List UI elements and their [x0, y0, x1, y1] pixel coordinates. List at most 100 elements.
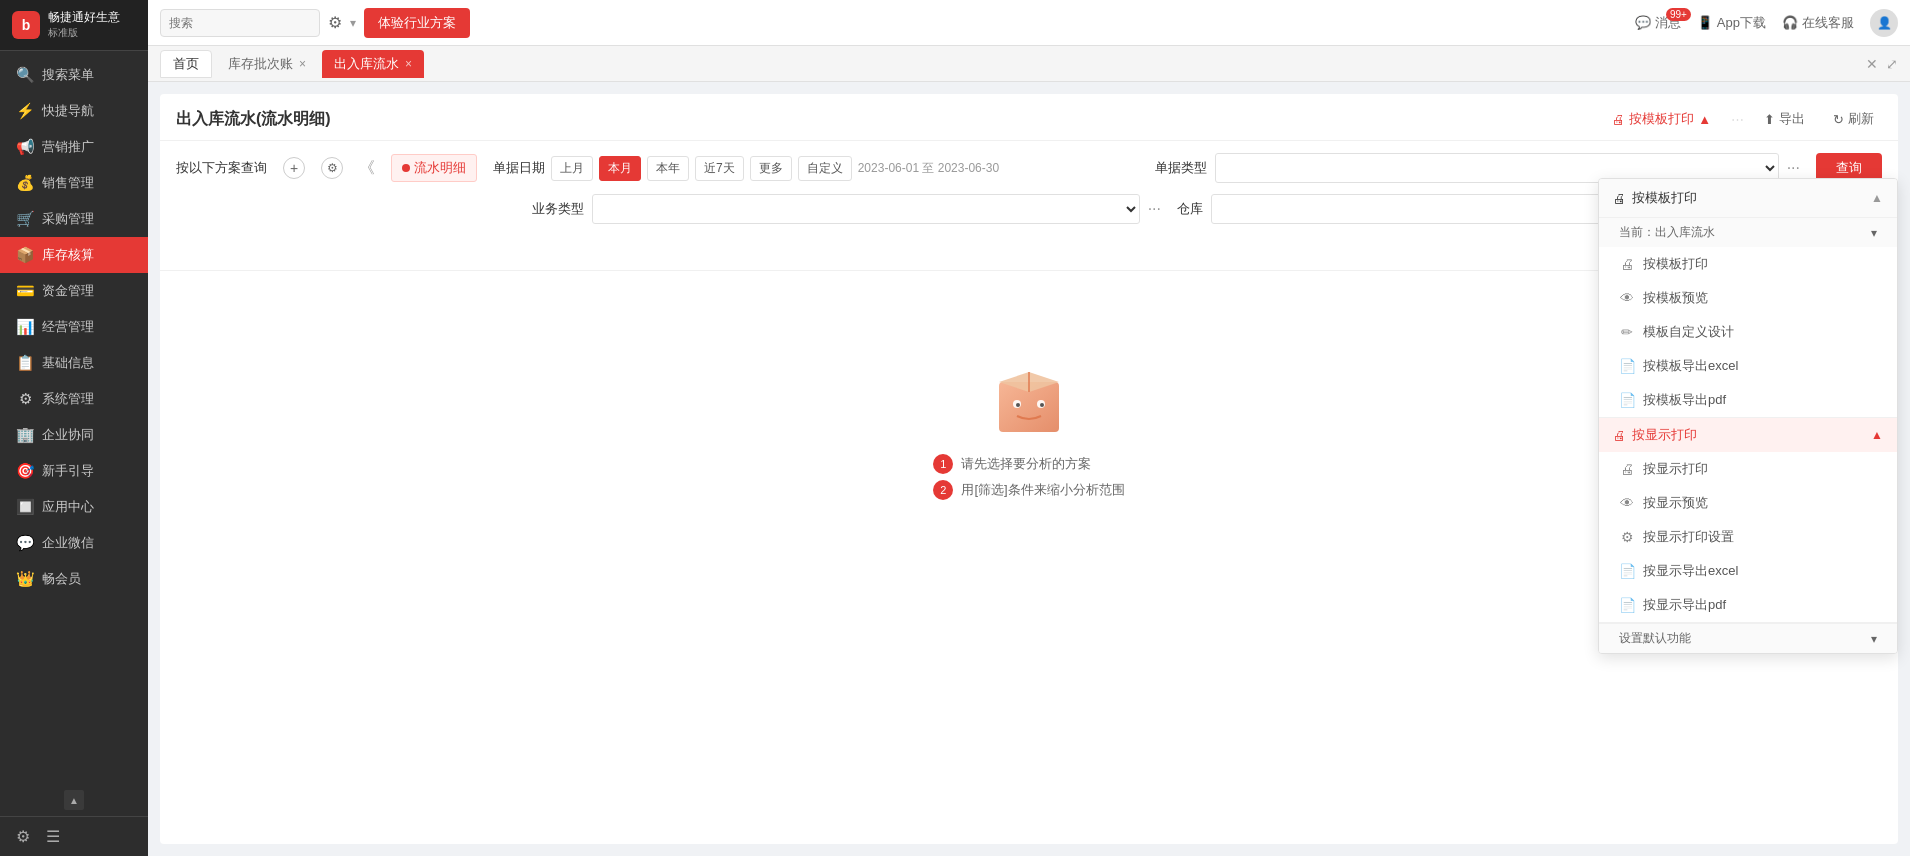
search-input[interactable]	[160, 9, 320, 37]
window-expand-btn[interactable]: ⤢	[1886, 56, 1898, 72]
refresh-label: 刷新	[1848, 110, 1874, 128]
footer-settings-icon[interactable]: ⚙	[16, 827, 30, 846]
preview-template-item[interactable]: 👁 按模板预览	[1599, 281, 1897, 315]
window-close-btn[interactable]: ✕	[1866, 56, 1878, 72]
date-btn-this-year[interactable]: 本年	[647, 156, 689, 181]
display-section-chevron[interactable]: ▲	[1871, 428, 1883, 442]
step-2-text: 用[筛选]条件来缩小分析范围	[961, 481, 1124, 499]
doc-type-label: 单据类型	[1155, 159, 1207, 177]
export-excel-template-icon: 📄	[1619, 358, 1635, 374]
sidebar-item-label: 企业微信	[42, 534, 94, 552]
date-filter-label: 单据日期	[493, 159, 545, 177]
doc-type-more-btn[interactable]: ···	[1787, 159, 1800, 177]
print-template-item[interactable]: 🖨 按模板打印	[1599, 247, 1897, 281]
industry-solution-button[interactable]: 体验行业方案	[364, 8, 470, 38]
default-function-row[interactable]: 设置默认功能 ▾	[1599, 623, 1897, 653]
sidebar-item-sales[interactable]: 💰销售管理	[0, 165, 148, 201]
app-title: 畅捷通好生意	[48, 10, 120, 26]
filter-add-btn[interactable]: +	[283, 157, 305, 179]
footer-menu-icon[interactable]: ☰	[46, 827, 60, 846]
sidebar-item-operations[interactable]: 📊经营管理	[0, 309, 148, 345]
sidebar-item-label: 企业协同	[42, 426, 94, 444]
tab-inventory-batch[interactable]: 库存批次账 ×	[216, 50, 318, 78]
sidebar-item-system[interactable]: ⚙系统管理	[0, 381, 148, 417]
settings-display-item[interactable]: ⚙ 按显示打印设置	[1599, 520, 1897, 554]
date-btn-this-month[interactable]: 本月	[599, 156, 641, 181]
sidebar-item-label: 搜索菜单	[42, 66, 94, 84]
filter-label: 按以下方案查询	[176, 159, 267, 177]
tab-flow[interactable]: 出入库流水 ×	[322, 50, 424, 78]
export-pdf-template-item[interactable]: 📄 按模板导出pdf	[1599, 383, 1897, 417]
current-template-row[interactable]: 当前：出入库流水 ▾	[1599, 218, 1897, 247]
sidebar-nav: 🔍搜索菜单 ⚡快捷导航 📢营销推广 💰销售管理 🛒采购管理 📦库存核算 💳资金管…	[0, 51, 148, 784]
date-btn-custom[interactable]: 自定义	[798, 156, 852, 181]
print-template-item-label: 按模板打印	[1643, 255, 1708, 273]
sidebar-item-inventory[interactable]: 📦库存核算	[0, 237, 148, 273]
print-display-label: 按显示打印	[1643, 460, 1708, 478]
dropdown-collapse-btn[interactable]: ▲	[1871, 191, 1883, 205]
refresh-btn[interactable]: ↻ 刷新	[1825, 106, 1882, 132]
tab-home[interactable]: 首页	[160, 50, 212, 78]
topbar: ⚙ ▾ 体验行业方案 💬 消息 99+ 📱 App下载 🎧 在线客服 👤	[148, 0, 1910, 46]
tab-inventory-batch-label: 库存批次账	[228, 55, 293, 73]
flow-tag[interactable]: 流水明细	[391, 154, 477, 182]
sidebar-scroll-indicator: ▲	[0, 784, 148, 816]
export-btn[interactable]: ⬆ 导出	[1756, 106, 1813, 132]
export-pdf-display-item[interactable]: 📄 按显示导出pdf	[1599, 588, 1897, 622]
custom-template-item[interactable]: ✏ 模板自定义设计	[1599, 315, 1897, 349]
business-type-more-btn[interactable]: ···	[1148, 200, 1161, 218]
sidebar-item-search[interactable]: 🔍搜索菜单	[0, 57, 148, 93]
finance-icon: 💳	[16, 282, 34, 300]
app-download-btn[interactable]: 📱 App下载	[1697, 14, 1766, 32]
step-1-num: 1	[933, 454, 953, 474]
export-excel-display-icon: 📄	[1619, 563, 1635, 579]
sidebar-item-wechat[interactable]: 💬企业微信	[0, 525, 148, 561]
purchase-icon: 🛒	[16, 210, 34, 228]
sidebar-item-label: 系统管理	[42, 390, 94, 408]
sidebar-item-quick-nav[interactable]: ⚡快捷导航	[0, 93, 148, 129]
sidebar-item-finance[interactable]: 💳资金管理	[0, 273, 148, 309]
sidebar-item-member[interactable]: 👑畅会员	[0, 561, 148, 597]
tab-inventory-batch-close[interactable]: ×	[299, 57, 306, 71]
sidebar-item-enterprise[interactable]: 🏢企业协同	[0, 417, 148, 453]
topbar-gear-icon[interactable]: ⚙	[328, 13, 342, 32]
export-excel-template-item[interactable]: 📄 按模板导出excel	[1599, 349, 1897, 383]
flow-dot-icon	[402, 164, 410, 172]
preview-display-label: 按显示预览	[1643, 494, 1708, 512]
app-center-icon: 🔲	[16, 498, 34, 516]
page-header: 出入库流水(流水明细) 🖨 按模板打印 ▲ ⋯ ⬆ 导出 ↻ 刷新	[160, 94, 1898, 141]
guide-icon: 🎯	[16, 462, 34, 480]
sidebar-item-marketing[interactable]: 📢营销推广	[0, 129, 148, 165]
preview-display-icon: 👁	[1619, 495, 1635, 511]
sidebar: b 畅捷通好生意 标准版 🔍搜索菜单 ⚡快捷导航 📢营销推广 💰销售管理 🛒采购…	[0, 0, 148, 856]
sidebar-item-guide[interactable]: 🎯新手引导	[0, 453, 148, 489]
filter-collapse-btn[interactable]: 《	[359, 158, 375, 179]
sidebar-item-label: 基础信息	[42, 354, 94, 372]
filter-settings-btn[interactable]: ⚙	[321, 157, 343, 179]
user-avatar[interactable]: 👤	[1870, 9, 1898, 37]
tab-flow-close[interactable]: ×	[405, 57, 412, 71]
sidebar-item-base-info[interactable]: 📋基础信息	[0, 345, 148, 381]
export-excel-display-label: 按显示导出excel	[1643, 562, 1738, 580]
business-type-filter: 业务类型 ···	[532, 194, 1161, 224]
print-display-icon: 🖨	[1619, 461, 1635, 477]
display-section-header[interactable]: 🖨 按显示打印 ▲	[1599, 418, 1897, 452]
date-btn-7days[interactable]: 近7天	[695, 156, 744, 181]
print-template-icon: 🖨	[1619, 256, 1635, 272]
preview-display-item[interactable]: 👁 按显示预览	[1599, 486, 1897, 520]
print-template-label: 按模板打印	[1629, 110, 1694, 128]
business-type-select[interactable]	[592, 194, 1140, 224]
print-template-btn[interactable]: 🖨 按模板打印 ▲	[1604, 106, 1719, 132]
sidebar-item-app-center[interactable]: 🔲应用中心	[0, 489, 148, 525]
print-display-item[interactable]: 🖨 按显示打印	[1599, 452, 1897, 486]
export-excel-display-item[interactable]: 📄 按显示导出excel	[1599, 554, 1897, 588]
message-btn[interactable]: 💬 消息 99+	[1635, 14, 1681, 32]
online-service-btn[interactable]: 🎧 在线客服	[1782, 14, 1854, 32]
date-btn-last-month[interactable]: 上月	[551, 156, 593, 181]
empty-illustration	[979, 342, 1079, 442]
date-btn-more[interactable]: 更多	[750, 156, 792, 181]
sidebar-item-purchase[interactable]: 🛒采购管理	[0, 201, 148, 237]
dropdown-title-text: 按模板打印	[1632, 189, 1697, 207]
printer-icon: 🖨	[1612, 112, 1625, 127]
sidebar-scroll-up[interactable]: ▲	[64, 790, 84, 810]
